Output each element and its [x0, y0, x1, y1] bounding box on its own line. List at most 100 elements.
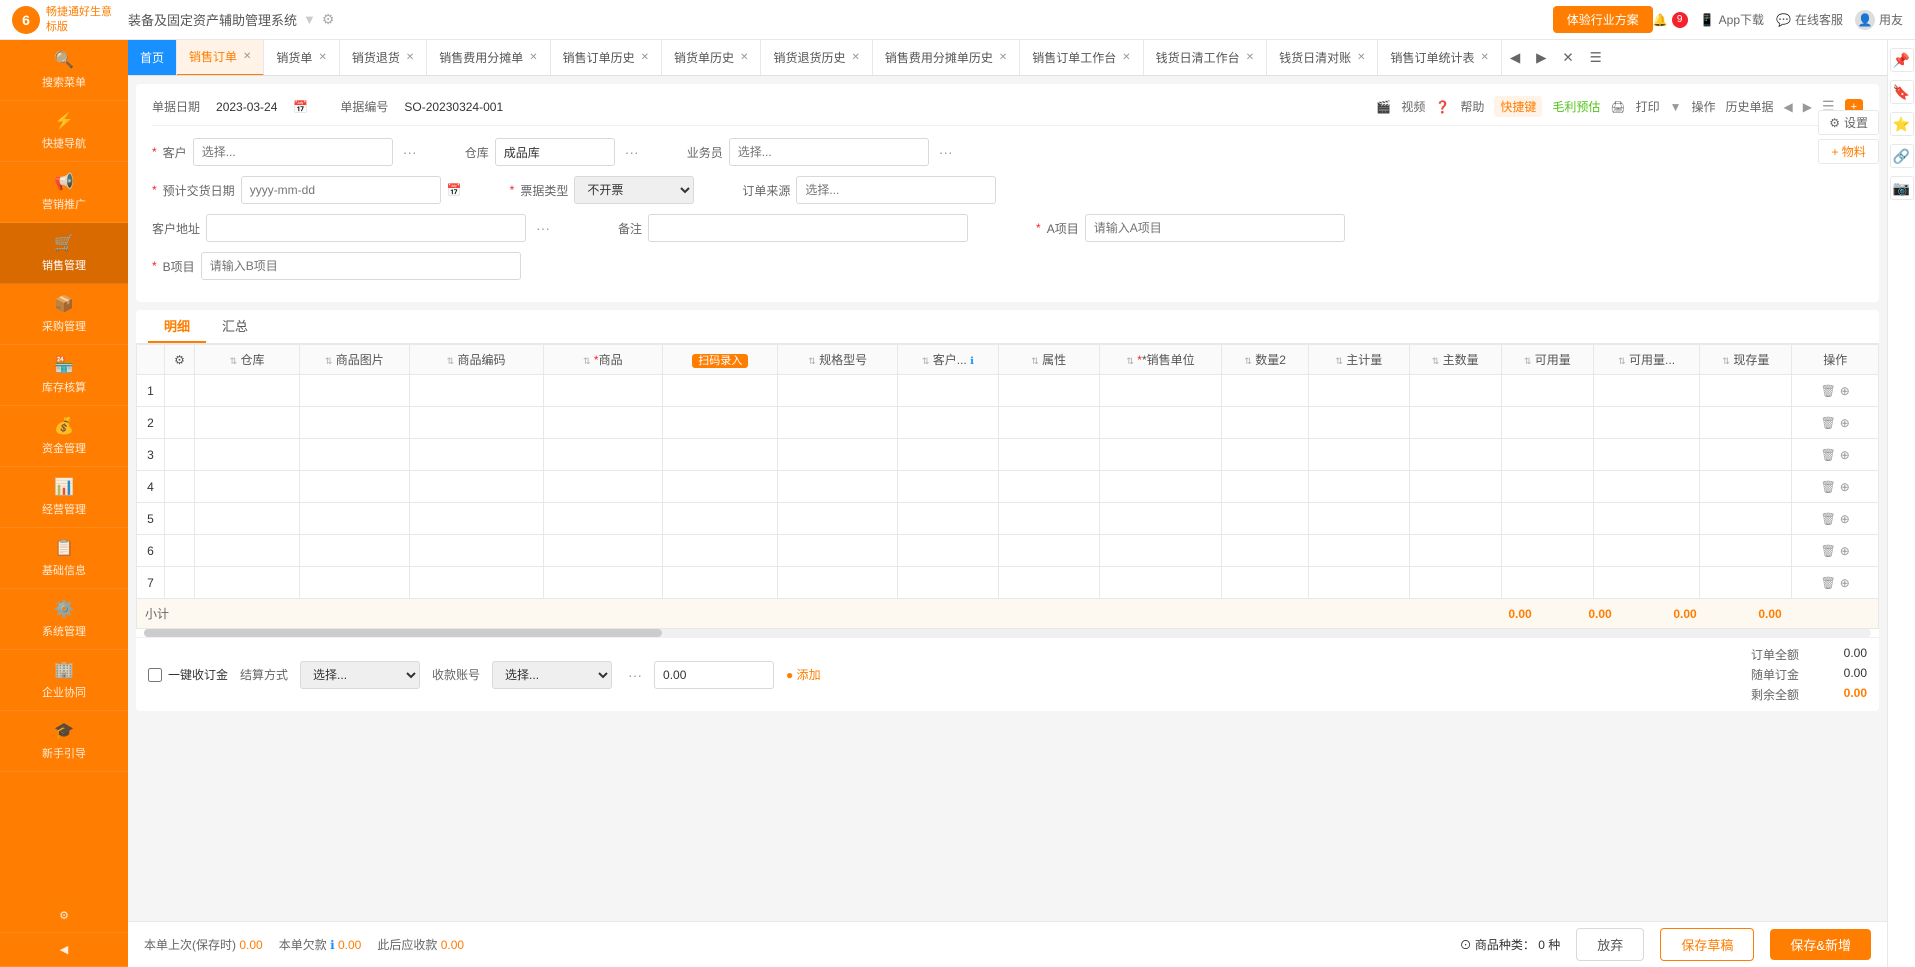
next-record-icon[interactable]: ▶	[1803, 100, 1812, 114]
date-picker-icon[interactable]: 📅	[447, 183, 462, 197]
row7-delete-btn[interactable]: 🗑	[1821, 576, 1836, 590]
row1-warehouse[interactable]	[217, 384, 277, 398]
row1-product[interactable]	[568, 384, 638, 398]
add-payment-link[interactable]: ● 添加	[786, 666, 821, 683]
scrollbar-thumb[interactable]	[144, 629, 662, 637]
tab-close-expense-split[interactable]: ✕	[529, 52, 537, 63]
tab-close-sales-return[interactable]: ✕	[318, 52, 326, 63]
scan-header-btn[interactable]: 扫码录入	[692, 354, 748, 368]
sidebar-settings-button[interactable]: ⚙	[0, 899, 128, 933]
rt-bookmark-icon[interactable]: 🔖	[1890, 80, 1914, 104]
tab-expense-history[interactable]: 销售费用分摊单历史 ✕	[873, 40, 1020, 76]
row6-delete-btn[interactable]: 🗑	[1821, 544, 1836, 558]
tab-goods-return-history[interactable]: 销货退货历史 ✕	[761, 40, 872, 76]
chevron-down-icon[interactable]: ▼	[1670, 100, 1682, 114]
a-project-input[interactable]	[1085, 214, 1345, 242]
print-label[interactable]: 打印	[1636, 98, 1660, 115]
tab-close-goods-return-history[interactable]: ✕	[851, 52, 859, 63]
sidebar-collapse-button[interactable]: ◀	[0, 933, 128, 967]
row1-copy-btn[interactable]: ⊕	[1840, 384, 1850, 398]
row2-copy-btn[interactable]: ⊕	[1840, 416, 1850, 430]
add-material-button[interactable]: + 物料	[1818, 139, 1879, 164]
address-input[interactable]	[206, 214, 526, 242]
tab-expense-split[interactable]: 销售费用分摊单 ✕	[427, 40, 550, 76]
prev-record-icon[interactable]: ◀	[1784, 100, 1793, 114]
table-scroll-area[interactable]: ⚙ ⇅ 仓库 ⇅ 商品图片	[136, 344, 1879, 599]
tab-close-cash-reconcile[interactable]: ✕	[1357, 52, 1365, 63]
row7-copy-btn[interactable]: ⊕	[1840, 576, 1850, 590]
tab-menu-button[interactable]: ☰	[1582, 40, 1610, 76]
tab-order-workbench[interactable]: 销售订单工作台 ✕	[1020, 40, 1143, 76]
tab-close-sales-summary[interactable]: ✕	[1481, 52, 1489, 63]
rt-camera-icon[interactable]: 📷	[1890, 176, 1914, 200]
save-new-button[interactable]: 保存&新增	[1770, 929, 1871, 960]
rt-star-icon[interactable]: ⭐	[1890, 112, 1914, 136]
app-download-button[interactable]: 📱 App下载	[1700, 11, 1764, 28]
sidebar-item-sales[interactable]: 🛒 销售管理	[0, 223, 128, 284]
solution-button[interactable]: 体验行业方案	[1553, 6, 1653, 33]
one-click-checkbox[interactable]	[148, 668, 162, 682]
salesperson-more-icon[interactable]: ···	[939, 144, 953, 160]
profit-btn[interactable]: 毛利预估	[1552, 98, 1600, 115]
tab-close-cash-daily[interactable]: ✕	[1246, 52, 1254, 63]
delivery-date-input[interactable]	[241, 176, 441, 204]
order-source-input[interactable]	[796, 176, 996, 204]
tab-sales-summary[interactable]: 销售订单统计表 ✕	[1378, 40, 1501, 76]
history-label[interactable]: 历史单据	[1726, 98, 1774, 115]
row3-copy-btn[interactable]: ⊕	[1840, 448, 1850, 462]
sidebar-item-search[interactable]: 🔍 搜索菜单	[0, 40, 128, 101]
account-select[interactable]: 选择...	[492, 661, 612, 689]
notification-bell[interactable]: 🔔 9	[1653, 12, 1688, 28]
row4-delete-btn[interactable]: 🗑	[1821, 480, 1836, 494]
tab-close-return-history[interactable]: ✕	[740, 52, 748, 63]
sidebar-item-finance[interactable]: 💰 资金管理	[0, 406, 128, 467]
sidebar-item-basic-info[interactable]: 📋 基础信息	[0, 528, 128, 589]
tab-close-order-workbench[interactable]: ✕	[1122, 52, 1130, 63]
column-settings-icon[interactable]: ⚙	[174, 353, 185, 367]
discard-button[interactable]: 放弃	[1576, 928, 1644, 961]
settings-form-button[interactable]: ⚙ 设置	[1818, 110, 1879, 135]
rt-link-icon[interactable]: 🔗	[1890, 144, 1914, 168]
save-draft-button[interactable]: 保存草稿	[1660, 928, 1754, 961]
row6-copy-btn[interactable]: ⊕	[1840, 544, 1850, 558]
settings-icon[interactable]: ⚙	[322, 11, 335, 28]
amount-input[interactable]	[654, 661, 774, 689]
sidebar-item-operations[interactable]: 📊 经营管理	[0, 467, 128, 528]
tab-cash-reconcile[interactable]: 钱货日清对账 ✕	[1267, 40, 1378, 76]
sidebar-item-marketing[interactable]: 📢 营销推广	[0, 162, 128, 223]
customer-more-icon[interactable]: ···	[403, 144, 417, 160]
row1-unit[interactable]	[1126, 384, 1196, 398]
online-service-button[interactable]: 💬 在线客服	[1776, 11, 1843, 28]
tab-close-goods-return[interactable]: ✕	[406, 52, 414, 63]
invoice-type-select[interactable]: 不开票 增值税普通发票 增值税专用发票	[574, 176, 694, 204]
row2-delete-btn[interactable]: 🗑	[1821, 416, 1836, 430]
user-menu-button[interactable]: 👤 用友	[1855, 10, 1903, 30]
sidebar-item-purchase[interactable]: 📦 采购管理	[0, 284, 128, 345]
video-label[interactable]: 视频	[1401, 98, 1425, 115]
tab-summary[interactable]: 汇总	[206, 310, 264, 343]
salesperson-input[interactable]	[729, 138, 929, 166]
row5-delete-btn[interactable]: 🗑	[1821, 512, 1836, 526]
sidebar-item-inventory[interactable]: 🏪 库存核算	[0, 345, 128, 406]
tab-close-order-history[interactable]: ✕	[641, 52, 649, 63]
sidebar-item-system[interactable]: ⚙️ 系统管理	[0, 589, 128, 650]
tab-next-button[interactable]: ▶	[1528, 40, 1554, 76]
tab-close-sales-order[interactable]: ✕	[243, 51, 251, 62]
table-scrollbar[interactable]	[144, 629, 1871, 637]
rt-pin-icon[interactable]: 📌	[1890, 48, 1914, 72]
tab-close-expense-history[interactable]: ✕	[999, 52, 1007, 63]
row3-delete-btn[interactable]: 🗑	[1821, 448, 1836, 462]
customer-input[interactable]	[193, 138, 393, 166]
tab-sales-goods-return[interactable]: 销货退货 ✕	[340, 40, 427, 76]
payment-method-select[interactable]: 选择...	[300, 661, 420, 689]
calendar-icon[interactable]: 📅	[293, 100, 308, 114]
sidebar-item-beginner[interactable]: 🎓 新手引导	[0, 711, 128, 772]
help-label[interactable]: 帮助	[1460, 98, 1484, 115]
sidebar-item-enterprise[interactable]: 🏢 企业协同	[0, 650, 128, 711]
notes-input[interactable]	[648, 214, 968, 242]
account-more-icon[interactable]: ···	[628, 667, 642, 683]
shortcut-btn[interactable]: 快捷键	[1494, 96, 1542, 117]
sidebar-item-quick-nav[interactable]: ⚡ 快捷导航	[0, 101, 128, 162]
b-project-input[interactable]	[201, 252, 521, 280]
row1-delete-btn[interactable]: 🗑	[1821, 384, 1836, 398]
